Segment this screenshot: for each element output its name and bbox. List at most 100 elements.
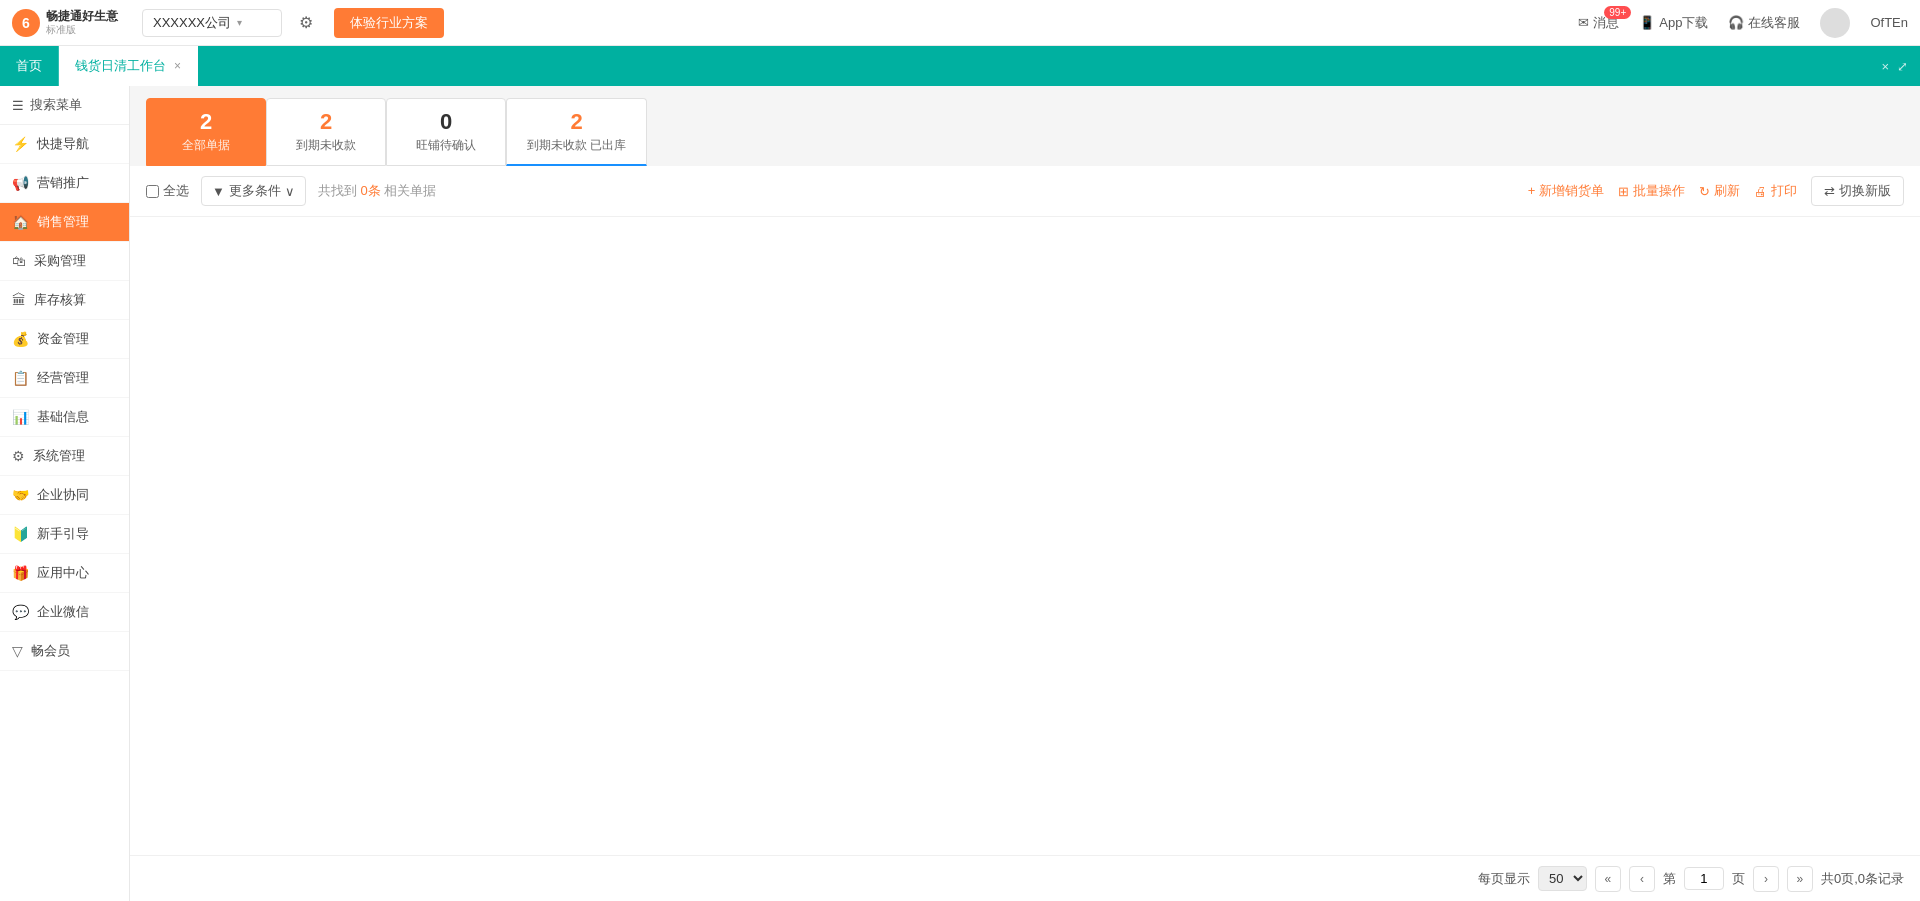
messages-badge: 99+ xyxy=(1604,6,1631,19)
select-all-checkbox[interactable]: 全选 xyxy=(146,182,189,200)
wechat-icon: 💬 xyxy=(12,604,29,620)
found-text: 共找到 0条 相关单据 xyxy=(318,182,436,200)
sidebar-item-base-info[interactable]: 📊 基础信息 xyxy=(0,398,129,437)
tab-wangpu-label: 旺铺待确认 xyxy=(407,137,485,154)
logo-area: 6 畅捷通好生意 标准版 xyxy=(12,9,142,37)
tab-home[interactable]: 首页 xyxy=(0,46,59,86)
minimize-icon[interactable]: × xyxy=(1881,59,1889,74)
tab-close-icon[interactable]: × xyxy=(174,59,181,73)
print-label: 打印 xyxy=(1771,182,1797,200)
tab-bar: 首页 钱货日清工作台 × × ⤢ xyxy=(0,46,1920,86)
sidebar-search-label: 搜索菜单 xyxy=(30,96,82,114)
last-page-button[interactable]: » xyxy=(1787,866,1813,892)
user-name: OfTEn xyxy=(1870,15,1908,30)
app-download-button[interactable]: 📱 App下载 xyxy=(1639,14,1708,32)
sidebar-item-label: 基础信息 xyxy=(37,408,89,426)
next-page-button[interactable]: › xyxy=(1753,866,1779,892)
tab-active-label: 钱货日清工作台 xyxy=(75,57,166,75)
app-center-icon: 🎁 xyxy=(12,565,29,581)
sidebar-item-purchase[interactable]: 🛍 采购管理 xyxy=(0,242,129,281)
sidebar-item-cooperation[interactable]: 🤝 企业协同 xyxy=(0,476,129,515)
download-icon: 📱 xyxy=(1639,15,1655,30)
sidebar-item-label: 快捷导航 xyxy=(37,135,89,153)
sidebar-item-label: 企业协同 xyxy=(37,486,89,504)
sidebar-item-label: 畅会员 xyxy=(31,642,70,660)
summary-tab-overdue[interactable]: 2 到期未收款 xyxy=(266,98,386,166)
company-name: XXXXXX公司 xyxy=(153,14,231,32)
refresh-button[interactable]: ↻ 刷新 xyxy=(1699,182,1740,200)
tab-wangpu-number: 0 xyxy=(407,109,485,135)
main-layout: ☰ 搜索菜单 ⚡ 快捷导航 📢 营销推广 🏠 销售管理 🛍 采购管理 🏛 库存核… xyxy=(0,86,1920,901)
quick-nav-icon: ⚡ xyxy=(12,136,29,152)
gear-icon: ⚙ xyxy=(299,13,313,32)
online-service-label: 在线客服 xyxy=(1748,14,1800,32)
sidebar-item-operations[interactable]: 📋 经营管理 xyxy=(0,359,129,398)
switch-version-button[interactable]: ⇄ 切换新版 xyxy=(1811,176,1904,206)
page-input[interactable] xyxy=(1684,867,1724,890)
base-info-icon: 📊 xyxy=(12,409,29,425)
sidebar-item-guide[interactable]: 🔰 新手引导 xyxy=(0,515,129,554)
app-name: 畅捷通好生意 xyxy=(46,9,118,23)
company-selector[interactable]: XXXXXX公司 ▾ xyxy=(142,9,282,37)
content-area: 2 全部单据 2 到期未收款 0 旺铺待确认 2 到期未收款 已出库 全选 xyxy=(130,86,1920,901)
messages-button[interactable]: ✉ 消息 99+ xyxy=(1578,14,1619,32)
settings-button[interactable]: ⚙ xyxy=(290,7,322,39)
summary-tab-all[interactable]: 2 全部单据 xyxy=(146,98,266,166)
trial-button[interactable]: 体验行业方案 xyxy=(334,8,444,38)
app-download-label: App下载 xyxy=(1659,14,1708,32)
online-service-button[interactable]: 🎧 在线客服 xyxy=(1728,14,1800,32)
top-header: 6 畅捷通好生意 标准版 XXXXXX公司 ▾ ⚙ 体验行业方案 ✉ 消息 99… xyxy=(0,0,1920,46)
tab-overdue-number: 2 xyxy=(287,109,365,135)
sidebar-item-label: 营销推广 xyxy=(37,174,89,192)
add-button[interactable]: + 新增销货单 xyxy=(1528,182,1604,200)
tab-all-label: 全部单据 xyxy=(167,137,245,154)
sidebar-item-label: 新手引导 xyxy=(37,525,89,543)
app-version: 标准版 xyxy=(46,24,118,36)
avatar[interactable] xyxy=(1820,8,1850,38)
sidebar: ☰ 搜索菜单 ⚡ 快捷导航 📢 营销推广 🏠 销售管理 🛍 采购管理 🏛 库存核… xyxy=(0,86,130,901)
found-suffix: 相关单据 xyxy=(384,183,436,198)
print-button[interactable]: 🖨 打印 xyxy=(1754,182,1797,200)
pagination: 每页显示 50 « ‹ 第 页 › » 共0页,0条记录 xyxy=(130,855,1920,901)
page-size-select[interactable]: 50 xyxy=(1538,866,1587,891)
batch-icon: ⊞ xyxy=(1618,184,1629,199)
total-label: 共0页,0条记录 xyxy=(1821,870,1904,888)
chevron-down-icon: ▾ xyxy=(237,17,242,28)
current-page-label: 第 xyxy=(1663,870,1676,888)
finance-icon: 💰 xyxy=(12,331,29,347)
tab-active[interactable]: 钱货日清工作台 × xyxy=(59,46,198,86)
print-icon: 🖨 xyxy=(1754,184,1767,199)
summary-tab-overdue-shipped[interactable]: 2 到期未收款 已出库 xyxy=(506,98,647,166)
service-icon: 🎧 xyxy=(1728,15,1744,30)
tab-overdue-label: 到期未收款 xyxy=(287,137,365,154)
cooperation-icon: 🤝 xyxy=(12,487,29,503)
sidebar-search[interactable]: ☰ 搜索菜单 xyxy=(0,86,129,125)
switch-label: 切换新版 xyxy=(1839,182,1891,200)
filter-icon: ▼ xyxy=(212,184,225,199)
logo-icon: 6 xyxy=(12,9,40,37)
sales-icon: 🏠 xyxy=(12,214,29,230)
expand-icon[interactable]: ⤢ xyxy=(1897,59,1908,74)
tab-overdue-shipped-label: 到期未收款 已出库 xyxy=(527,137,626,154)
filter-button[interactable]: ▼ 更多条件 ∨ xyxy=(201,176,306,206)
sidebar-item-quick-nav[interactable]: ⚡ 快捷导航 xyxy=(0,125,129,164)
sidebar-item-system[interactable]: ⚙ 系统管理 xyxy=(0,437,129,476)
found-prefix: 共找到 xyxy=(318,183,357,198)
sidebar-item-inventory[interactable]: 🏛 库存核算 xyxy=(0,281,129,320)
select-all-input[interactable] xyxy=(146,185,159,198)
sidebar-item-member[interactable]: ▽ 畅会员 xyxy=(0,632,129,671)
sidebar-item-label: 销售管理 xyxy=(37,213,89,231)
sidebar-item-wechat[interactable]: 💬 企业微信 xyxy=(0,593,129,632)
sidebar-item-sales[interactable]: 🏠 销售管理 xyxy=(0,203,129,242)
prev-page-button[interactable]: ‹ xyxy=(1629,866,1655,892)
sidebar-item-finance[interactable]: 💰 资金管理 xyxy=(0,320,129,359)
select-all-label: 全选 xyxy=(163,182,189,200)
header-right: ✉ 消息 99+ 📱 App下载 🎧 在线客服 OfTEn xyxy=(1578,8,1908,38)
summary-tab-wangpu[interactable]: 0 旺铺待确认 xyxy=(386,98,506,166)
batch-button[interactable]: ⊞ 批量操作 xyxy=(1618,182,1685,200)
sidebar-item-app-center[interactable]: 🎁 应用中心 xyxy=(0,554,129,593)
member-icon: ▽ xyxy=(12,643,23,659)
first-page-button[interactable]: « xyxy=(1595,866,1621,892)
sidebar-item-marketing[interactable]: 📢 营销推广 xyxy=(0,164,129,203)
sidebar-item-label: 资金管理 xyxy=(37,330,89,348)
